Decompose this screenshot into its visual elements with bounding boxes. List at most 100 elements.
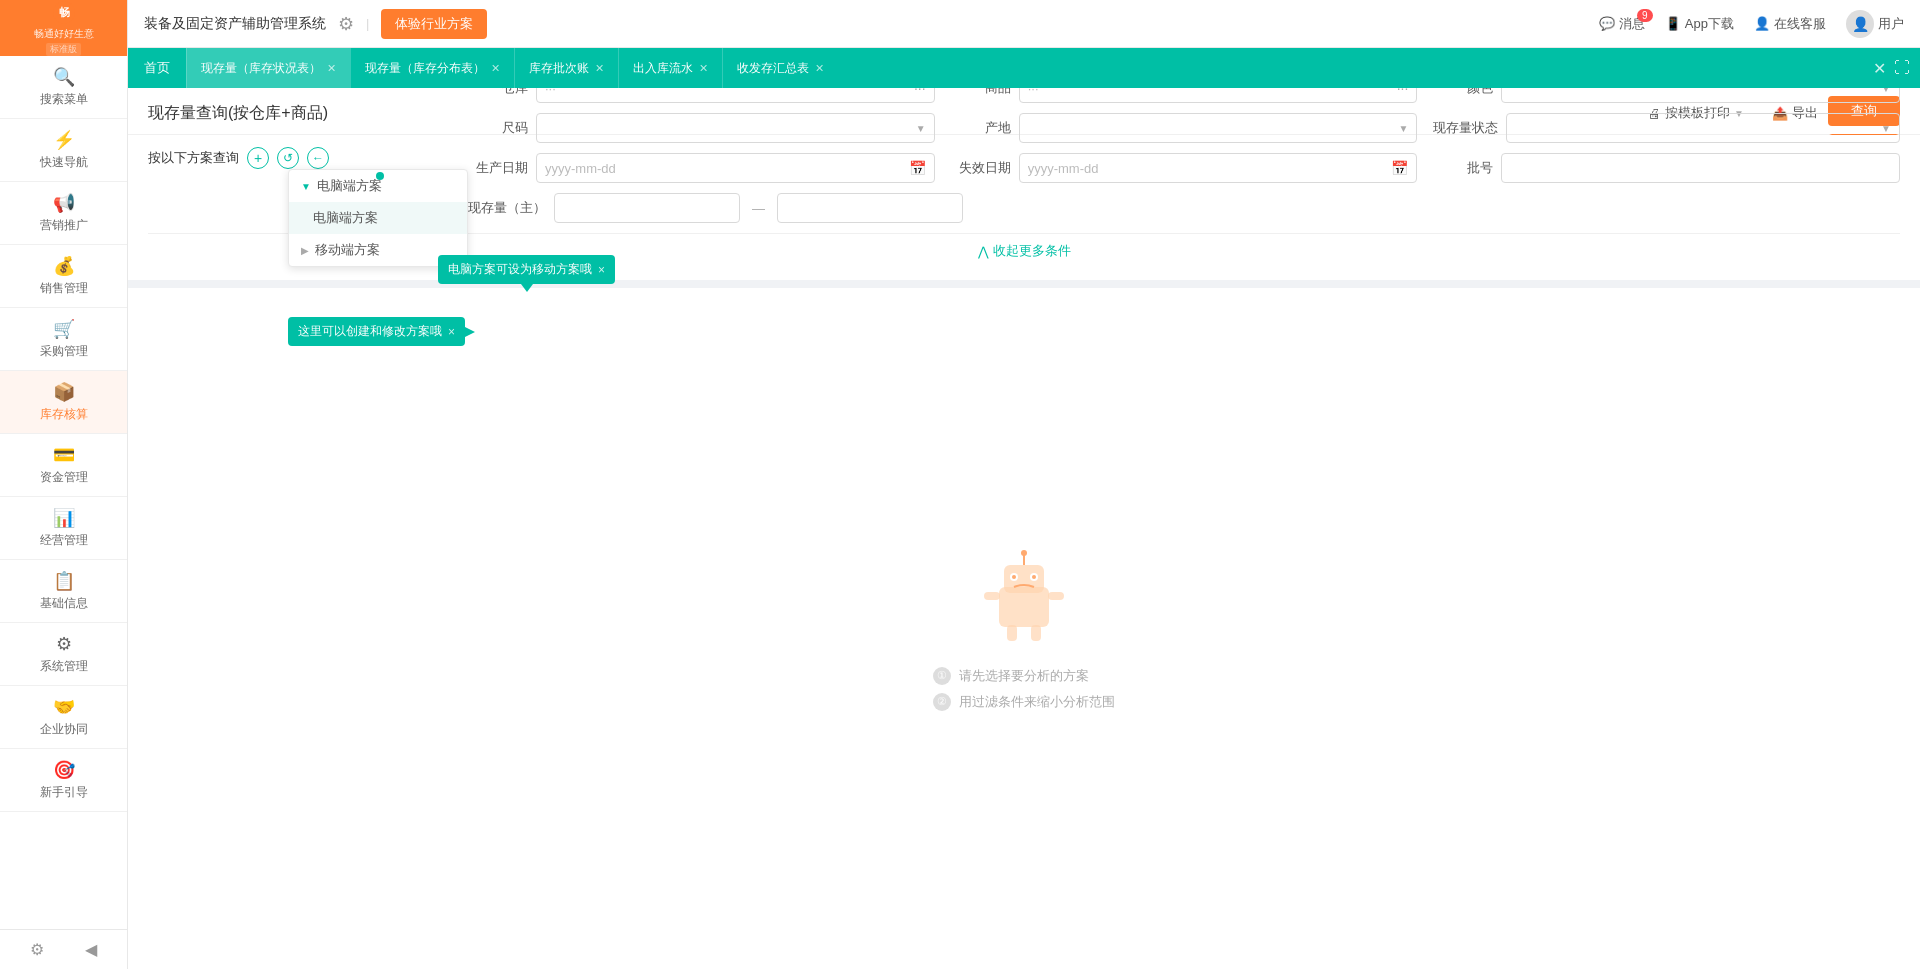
user-btn[interactable]: 👤 用户 — [1846, 10, 1904, 38]
svg-rect-8 — [984, 592, 1000, 600]
expand-icon: ▼ — [301, 181, 311, 192]
sidebar-item-inventory[interactable]: 📦 库存核算 — [0, 371, 127, 434]
tab-close-icon[interactable]: ✕ — [327, 62, 336, 75]
filter-row-2: 尺码 ▼ 产地 ▼ — [468, 113, 1900, 143]
tooltip-close-btn-2[interactable]: × — [448, 325, 455, 339]
tab-close-icon[interactable]: ✕ — [491, 62, 500, 75]
filter-refresh-btn[interactable]: ↺ — [277, 147, 299, 169]
tooltip-scheme-convert: 电脑方案可设为移动方案哦 × — [438, 255, 615, 284]
tab-close-icon[interactable]: ✕ — [815, 62, 824, 75]
stock-main-from-input[interactable] — [563, 201, 731, 216]
filter-back-btn[interactable]: ← — [307, 147, 329, 169]
sidebar-item-operation[interactable]: 📊 经营管理 — [0, 497, 127, 560]
sidebar-item-label: 经营管理 — [40, 532, 88, 549]
goods-input[interactable]: ··· ··· — [1019, 88, 1418, 103]
online-service-btn[interactable]: 👤 在线客服 — [1754, 15, 1826, 33]
tab-collection-summary[interactable]: 收发存汇总表 ✕ — [722, 48, 838, 88]
tab-close-icon[interactable]: ✕ — [595, 62, 604, 75]
dots-placeholder: ··· — [1028, 88, 1039, 96]
tab-close-all-btn[interactable]: ✕ — [1873, 59, 1886, 78]
scheme-item-pc-1[interactable]: 电脑端方案 — [289, 202, 467, 234]
section-divider — [128, 280, 1920, 288]
sidebar-item-quick-nav[interactable]: ⚡ 快速导航 — [0, 119, 127, 182]
header-settings-icon[interactable]: ⚙ — [338, 13, 354, 35]
stock-main-to[interactable] — [777, 193, 963, 223]
origin-label: 产地 — [951, 119, 1011, 137]
tooltip-create-scheme: 这里可以创建和修改方案哦 × — [288, 317, 465, 346]
origin-dropdown[interactable]: ▼ — [1019, 113, 1418, 143]
app-download-label: App下载 — [1685, 15, 1734, 33]
logo-icon: 畅 — [48, 0, 80, 25]
sidebar-item-guide[interactable]: 🎯 新手引导 — [0, 749, 127, 812]
tab-bar: 首页 现存量（库存状况表） ✕ 现存量（库存分布表） ✕ 库存批次账 ✕ 出入库… — [128, 48, 1920, 88]
tab-close-icon[interactable]: ✕ — [699, 62, 708, 75]
main-area: 装备及固定资产辅助管理系统 ⚙ | 体验行业方案 💬 消息 9 📱 App下载 … — [128, 0, 1920, 969]
purchase-icon: 🛒 — [53, 318, 75, 340]
filter-add-btn[interactable]: + — [247, 147, 269, 169]
sidebar-item-basic-info[interactable]: 📋 基础信息 — [0, 560, 127, 623]
sidebar-settings-btn[interactable]: ⚙ — [30, 940, 44, 959]
calendar-icon[interactable]: 📅 — [909, 160, 926, 176]
svg-point-6 — [1012, 575, 1016, 579]
stock-main-to-input[interactable] — [786, 201, 954, 216]
app-download-btn[interactable]: 📱 App下载 — [1665, 15, 1734, 33]
filter-field-origin: 产地 ▼ — [951, 113, 1418, 143]
stock-status-label: 现存量状态 — [1433, 119, 1498, 137]
tab-label: 现存量（库存分布表） — [365, 60, 485, 77]
sidebar-item-label: 快速导航 — [40, 154, 88, 171]
messages-btn[interactable]: 💬 消息 9 — [1599, 15, 1645, 33]
sidebar-item-purchase[interactable]: 🛒 采购管理 — [0, 308, 127, 371]
message-icon: 💬 — [1599, 16, 1615, 31]
refresh-small-icon: ↺ — [283, 151, 293, 165]
produce-date-field[interactable] — [545, 161, 909, 176]
sidebar-item-cooperation[interactable]: 🤝 企业协同 — [0, 686, 127, 749]
svg-rect-9 — [1048, 592, 1064, 600]
produce-date-input[interactable]: 📅 — [536, 153, 935, 183]
dots-icon: ··· — [914, 88, 926, 96]
warehouse-label: 仓库 — [468, 88, 528, 97]
calendar-icon[interactable]: 📅 — [1391, 160, 1408, 176]
message-badge: 9 — [1637, 9, 1653, 22]
expire-date-input[interactable]: 📅 — [1019, 153, 1418, 183]
produce-date-label: 生产日期 — [468, 159, 528, 177]
step-text-1: 请先选择要分析的方案 — [959, 667, 1089, 685]
sidebar-item-finance[interactable]: 💳 资金管理 — [0, 434, 127, 497]
stock-main-from[interactable] — [554, 193, 740, 223]
marketing-icon: 📢 — [53, 192, 75, 214]
phone-icon: 📱 — [1665, 16, 1681, 31]
step-text-2: 用过滤条件来缩小分析范围 — [959, 693, 1115, 711]
tooltip-close-btn[interactable]: × — [598, 263, 605, 277]
tab-home[interactable]: 首页 — [128, 48, 186, 88]
tab-maximize-btn[interactable]: ⛶ — [1894, 59, 1910, 77]
sidebar-collapse-btn[interactable]: ◀ — [85, 940, 97, 959]
tab-inventory-dist[interactable]: 现存量（库存分布表） ✕ — [350, 48, 514, 88]
sidebar-item-label: 系统管理 — [40, 658, 88, 675]
sidebar-item-label: 基础信息 — [40, 595, 88, 612]
sidebar-item-system[interactable]: ⚙ 系统管理 — [0, 623, 127, 686]
collapse-icon: ▶ — [301, 245, 309, 256]
connector-dot — [376, 172, 384, 180]
inventory-icon: 📦 — [53, 381, 75, 403]
content-area: 现存量查询(按仓库+商品) 🖨 按模板打印 ▼ 📤 导出 🔄 刷新 — [128, 88, 1920, 969]
filter-row-1: 仓库 ··· ··· 商品 ··· ··· — [468, 88, 1900, 103]
expire-date-field[interactable] — [1028, 161, 1392, 176]
warehouse-input[interactable]: ··· ··· — [536, 88, 935, 103]
svg-rect-11 — [1031, 625, 1041, 641]
empty-illustration — [974, 547, 1074, 647]
size-dropdown[interactable]: ▼ — [536, 113, 935, 143]
top-header: 装备及固定资产辅助管理系统 ⚙ | 体验行业方案 💬 消息 9 📱 App下载 … — [128, 0, 1920, 48]
batch-no-field[interactable] — [1510, 161, 1891, 176]
sidebar-item-search[interactable]: 🔍 搜索菜单 — [0, 56, 127, 119]
empty-step-1: ① 请先选择要分析的方案 — [933, 667, 1115, 685]
sidebar-item-marketing[interactable]: 📢 营销推广 — [0, 182, 127, 245]
tab-inventory-status[interactable]: 现存量（库存状况表） ✕ — [186, 48, 350, 88]
sidebar-item-sales[interactable]: 💰 销售管理 — [0, 245, 127, 308]
filter-row-4: 现存量（主） — — [468, 193, 1900, 223]
industry-btn[interactable]: 体验行业方案 — [381, 9, 487, 39]
tab-inout-flow[interactable]: 出入库流水 ✕ — [618, 48, 722, 88]
batch-no-input[interactable] — [1501, 153, 1900, 183]
tab-batch-ledger[interactable]: 库存批次账 ✕ — [514, 48, 618, 88]
sidebar: 畅 畅通好好生意 标准版 🔍 搜索菜单 ⚡ 快速导航 📢 营销推广 💰 销售管理… — [0, 0, 128, 969]
stock-status-dropdown[interactable]: ▼ — [1506, 113, 1900, 143]
color-dropdown[interactable]: ▼ — [1501, 88, 1900, 103]
